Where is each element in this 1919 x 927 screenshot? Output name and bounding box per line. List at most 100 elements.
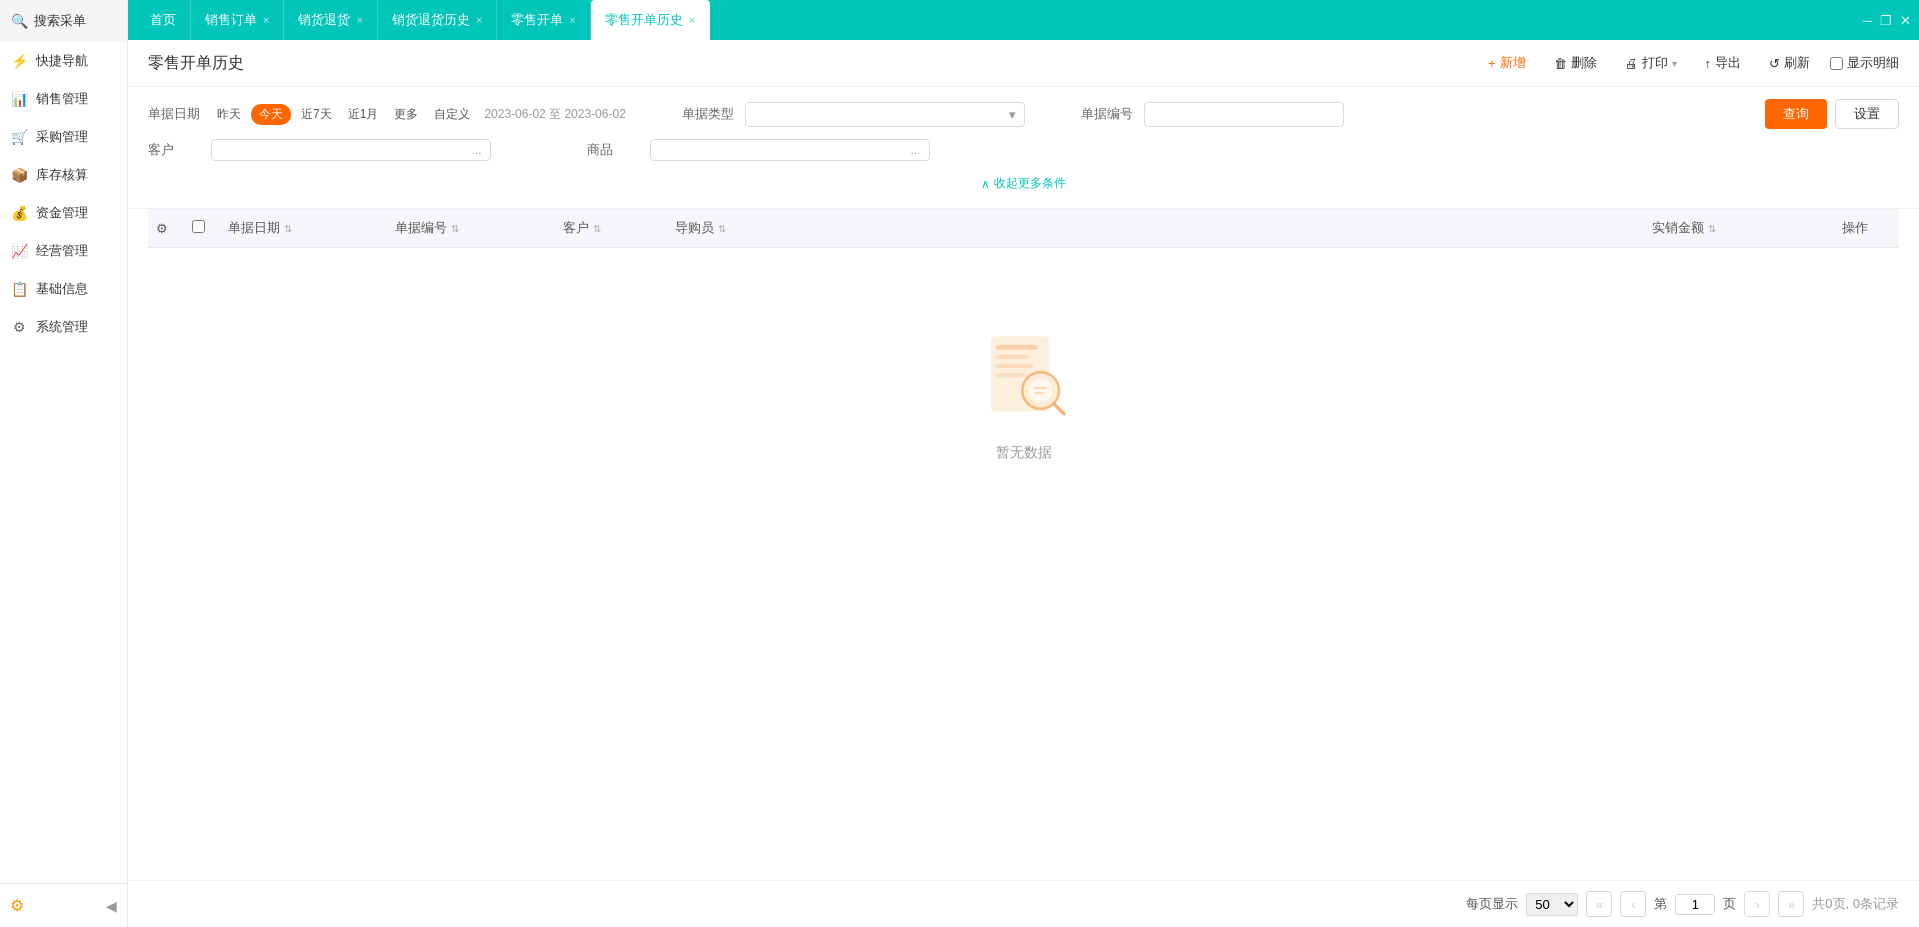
close-btn[interactable]: ✕ <box>1900 13 1911 28</box>
select-all-checkbox[interactable] <box>192 220 205 233</box>
tab-sales-order-close[interactable]: × <box>263 14 269 26</box>
tab-sales-order[interactable]: 销售订单 × <box>191 0 284 40</box>
svg-rect-1 <box>995 345 1037 350</box>
sidebar-search[interactable]: 🔍 搜索采单 <box>0 0 127 42</box>
first-page-btn[interactable]: « <box>1586 891 1612 917</box>
customer-filter: 客户 … <box>148 139 491 161</box>
minimize-btn[interactable]: ─ <box>1863 13 1872 28</box>
th-guide[interactable]: 导购员 ⇅ <box>667 209 807 248</box>
sidebar-item-sys-mgmt[interactable]: ⚙ 系统管理 <box>0 308 127 346</box>
setting-button[interactable]: 设置 <box>1835 99 1899 129</box>
th-settings[interactable]: ⚙ <box>148 209 184 248</box>
order-num-input[interactable] <box>1144 102 1344 127</box>
sidebar-item-purchase-mgmt[interactable]: 🛒 采购管理 <box>0 118 127 156</box>
tab-sales-return-close[interactable]: × <box>356 14 362 26</box>
display-detail-input[interactable] <box>1830 57 1843 70</box>
th-customer-sort[interactable]: 客户 ⇅ <box>563 219 660 237</box>
page-size-select[interactable]: 50 20 100 <box>1526 893 1578 916</box>
export-button[interactable]: ↑ 导出 <box>1697 50 1750 76</box>
th-date-label: 单据日期 <box>228 219 280 237</box>
customer-filter-input[interactable]: … <box>211 139 491 161</box>
th-checkbox[interactable] <box>184 209 220 248</box>
prev-page-btn[interactable]: ‹ <box>1620 891 1646 917</box>
settings-bottom-icon[interactable]: ⚙ <box>10 896 24 915</box>
tab-retail-history-label: 零售开单历史 <box>605 11 683 29</box>
sidebar-search-label: 搜索采单 <box>34 12 86 30</box>
sidebar-bottom: ⚙ ◀ <box>0 883 127 927</box>
add-button[interactable]: + 新增 <box>1480 50 1534 76</box>
tab-retail-history-close[interactable]: × <box>689 14 695 26</box>
empty-text: 暂无数据 <box>996 444 1052 462</box>
tab-sales-return[interactable]: 销货退货 × <box>284 0 377 40</box>
refresh-button[interactable]: ↺ 刷新 <box>1761 50 1818 76</box>
date-filter: 单据日期 昨天 今天 近7天 近1月 更多 自定义 2023-06-02 至 2… <box>148 104 626 125</box>
empty-cell: 暂无数据 <box>148 248 1899 543</box>
date-more[interactable]: 更多 <box>388 104 424 125</box>
page-num-input[interactable] <box>1675 894 1715 915</box>
th-date[interactable]: 单据日期 ⇅ <box>220 209 387 248</box>
type-filter-select[interactable]: ▾ <box>745 102 1025 127</box>
tab-home[interactable]: 首页 <box>136 0 191 40</box>
th-customer[interactable]: 客户 ⇅ <box>555 209 668 248</box>
th-amount[interactable]: 实销金额 ⇅ <box>1644 209 1811 248</box>
sidebar-item-label: 系统管理 <box>36 318 88 336</box>
empty-state: 暂无数据 <box>148 248 1899 542</box>
th-action-label: 操作 <box>1842 220 1868 235</box>
last-page-btn[interactable]: » <box>1778 891 1804 917</box>
export-icon: ↑ <box>1705 56 1712 71</box>
sidebar: 🔍 搜索采单 ⚡ 快捷导航 📊 销售管理 🛒 采购管理 📦 库存核算 💰 资金管… <box>0 0 128 927</box>
tab-sales-return-history[interactable]: 销货退货历史 × <box>378 0 497 40</box>
th-num[interactable]: 单据编号 ⇅ <box>387 209 554 248</box>
tab-retail-open-close[interactable]: × <box>569 14 575 26</box>
query-button[interactable]: 查询 <box>1765 99 1827 129</box>
date-today[interactable]: 今天 <box>251 104 291 125</box>
tab-sales-return-history-close[interactable]: × <box>476 14 482 26</box>
sidebar-collapse-icon[interactable]: ◀ <box>106 898 117 914</box>
prev-page-icon: ‹ <box>1631 897 1635 912</box>
date-1month[interactable]: 近1月 <box>342 104 385 125</box>
sidebar-item-label: 资金管理 <box>36 204 88 222</box>
th-num-label: 单据编号 <box>395 219 447 237</box>
delete-button[interactable]: 🗑 删除 <box>1546 50 1605 76</box>
sales-mgmt-icon: 📊 <box>10 90 28 108</box>
sort-icon-amount: ⇅ <box>1708 223 1716 234</box>
add-icon: + <box>1488 56 1496 71</box>
restore-btn[interactable]: ❐ <box>1880 13 1892 28</box>
next-page-btn[interactable]: › <box>1744 891 1770 917</box>
sidebar-item-quick-nav[interactable]: ⚡ 快捷导航 <box>0 42 127 80</box>
page-title: 零售开单历史 <box>148 53 244 74</box>
collapse-row: ∧ 收起更多条件 <box>148 171 1899 196</box>
date-custom[interactable]: 自定义 <box>428 104 476 125</box>
window-controls: ─ ❐ ✕ <box>1863 13 1911 28</box>
data-table: ⚙ 单据日期 ⇅ 单据编号 <box>148 209 1899 542</box>
collapse-button[interactable]: ∧ 收起更多条件 <box>969 171 1078 196</box>
refresh-icon: ↺ <box>1769 56 1780 71</box>
th-action: 操作 <box>1811 209 1899 248</box>
svg-rect-4 <box>995 373 1024 377</box>
print-button[interactable]: 🖨 打印 ▾ <box>1617 50 1685 76</box>
collapse-label: 收起更多条件 <box>994 175 1066 192</box>
sidebar-item-label: 快捷导航 <box>36 52 88 70</box>
product-filter-input[interactable]: … <box>650 139 930 161</box>
th-amount-sort[interactable]: 实销金额 ⇅ <box>1652 219 1803 237</box>
tab-retail-history[interactable]: 零售开单历史 × <box>591 0 710 40</box>
sidebar-item-operations[interactable]: 📈 经营管理 <box>0 232 127 270</box>
th-date-sort[interactable]: 单据日期 ⇅ <box>228 219 379 237</box>
tab-home-label: 首页 <box>150 11 176 29</box>
th-num-sort[interactable]: 单据编号 ⇅ <box>395 219 546 237</box>
display-detail-checkbox[interactable]: 显示明细 <box>1830 54 1899 72</box>
table-settings-icon[interactable]: ⚙ <box>156 221 168 236</box>
sidebar-item-finance[interactable]: 💰 资金管理 <box>0 194 127 232</box>
th-guide-sort[interactable]: 导购员 ⇅ <box>675 219 799 237</box>
export-label: 导出 <box>1715 54 1741 72</box>
date-7days[interactable]: 近7天 <box>295 104 338 125</box>
sidebar-item-sales-mgmt[interactable]: 📊 销售管理 <box>0 80 127 118</box>
date-quick-buttons: 昨天 今天 近7天 近1月 更多 自定义 <box>211 104 476 125</box>
date-yesterday[interactable]: 昨天 <box>211 104 247 125</box>
purchase-mgmt-icon: 🛒 <box>10 128 28 146</box>
product-more-btn: … <box>910 144 921 156</box>
tab-retail-open[interactable]: 零售开单 × <box>497 0 590 40</box>
filter-row-2: 客户 … 商品 … <box>148 139 1899 161</box>
sidebar-item-basic-info[interactable]: 📋 基础信息 <box>0 270 127 308</box>
sidebar-item-inventory[interactable]: 📦 库存核算 <box>0 156 127 194</box>
